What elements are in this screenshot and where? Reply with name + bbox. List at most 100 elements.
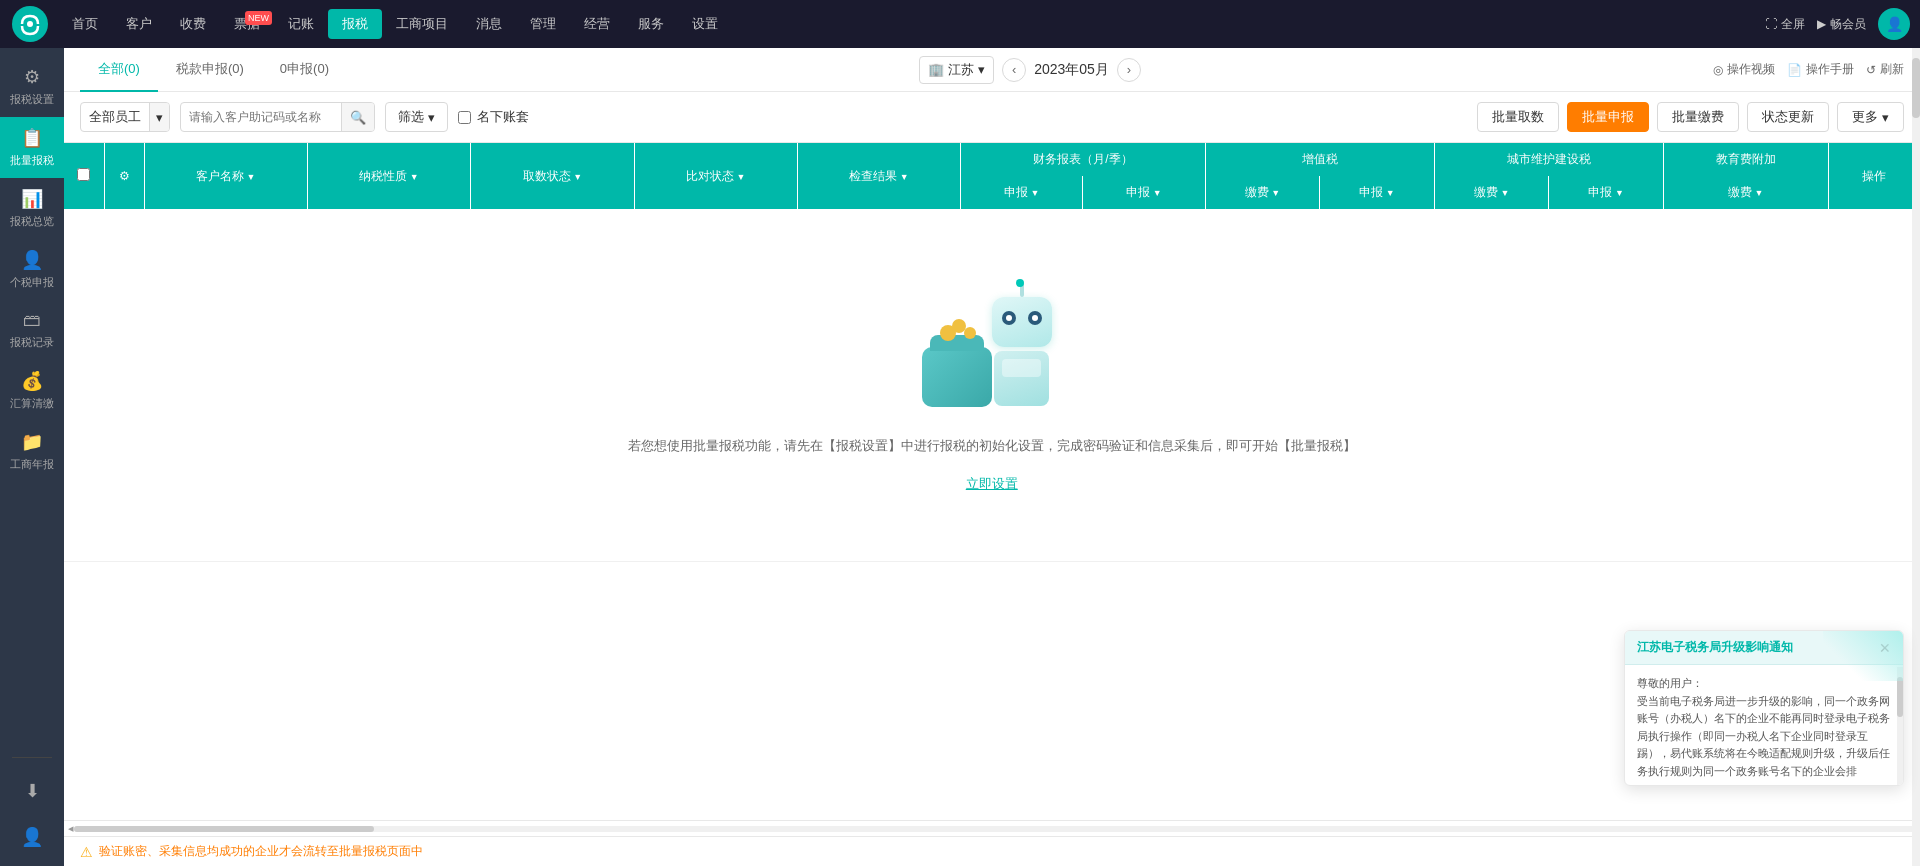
notification-scroll-thumb[interactable]: [1897, 677, 1903, 717]
notification-header: 江苏电子税务局升级影响通知 ✕: [1625, 631, 1903, 665]
tax-records-icon: 🗃: [23, 310, 41, 331]
vip-btn[interactable]: ▶ 畅会员: [1817, 16, 1866, 33]
new-badge: NEW: [245, 11, 272, 25]
user-avatar[interactable]: 👤: [1878, 8, 1910, 40]
subset-checkbox-label[interactable]: 名下账套: [458, 108, 529, 126]
tab-center: 🏢 江苏 ▾ ‹ 2023年05月 ›: [919, 56, 1141, 84]
col-client-name: 客户名称: [144, 143, 307, 209]
scroll-bar-area: ◂: [64, 820, 1920, 836]
top-navigation: 首页 客户 收费 票据 NEW 记账 报税 工商项目 消息 管理 经营 服务 设…: [0, 0, 1920, 48]
user-btn[interactable]: 👤: [13, 818, 51, 856]
fullscreen-icon: ⛶: [1765, 17, 1777, 31]
page-scrollbar-track: [1912, 48, 1920, 866]
sidebar-item-annual-settle[interactable]: 💰 汇算清缴: [0, 360, 64, 421]
tab-left: 全部(0) 税款申报(0) 0申报(0): [80, 48, 347, 92]
more-btn[interactable]: 更多 ▾: [1837, 102, 1904, 132]
nav-manage[interactable]: 管理: [516, 9, 570, 39]
operation-video-btn[interactable]: ◎ 操作视频: [1713, 61, 1775, 78]
data-table: ⚙ 客户名称 纳税性质 取数状态 比对状态 检查结果 财务报表（月/季） 增值税…: [64, 143, 1920, 562]
nav-items: 首页 客户 收费 票据 NEW 记账 报税 工商项目 消息 管理 经营 服务 设…: [58, 9, 1765, 39]
col-city-declare: 申报: [1320, 176, 1435, 209]
settings-icon[interactable]: ⚙: [119, 169, 130, 183]
operation-manual-btn[interactable]: 📄 操作手册: [1787, 61, 1854, 78]
sidebar-bottom: ⬇ 👤: [12, 751, 52, 866]
search-input[interactable]: [181, 110, 341, 124]
batch-pay-btn[interactable]: 批量缴费: [1657, 102, 1739, 132]
nav-operation[interactable]: 经营: [570, 9, 624, 39]
status-update-btn[interactable]: 状态更新: [1747, 102, 1829, 132]
page-scrollbar-thumb[interactable]: [1912, 58, 1920, 118]
nav-fee[interactable]: 收费: [166, 9, 220, 39]
sidebar-item-tax-records[interactable]: 🗃 报税记录: [0, 300, 64, 360]
tab-right: ◎ 操作视频 📄 操作手册 ↺ 刷新: [1713, 61, 1904, 78]
col-check-result: 检查结果: [797, 143, 960, 209]
sidebar-item-business-annual[interactable]: 📁 工商年报: [0, 421, 64, 482]
next-month-btn[interactable]: ›: [1117, 58, 1141, 82]
refresh-btn[interactable]: ↺ 刷新: [1866, 61, 1904, 78]
setup-link[interactable]: 立即设置: [966, 475, 1018, 493]
col-tax-type: 纳税性质: [307, 143, 470, 209]
tab-tax-declare[interactable]: 税款申报(0): [158, 48, 262, 92]
employee-select[interactable]: 全部员工 ▾: [80, 102, 170, 132]
tab-all[interactable]: 全部(0): [80, 48, 158, 92]
col-edu-pay: 缴费: [1664, 176, 1829, 209]
nav-service[interactable]: 服务: [624, 9, 678, 39]
robot-illustration: [912, 277, 1072, 417]
logo[interactable]: [10, 4, 50, 44]
nav-accounting[interactable]: 记账: [274, 9, 328, 39]
search-box: 🔍: [180, 102, 375, 132]
nav-settings[interactable]: 设置: [678, 9, 732, 39]
nav-message[interactable]: 消息: [462, 9, 516, 39]
scroll-track: [74, 826, 1916, 832]
region-select[interactable]: 🏢 江苏 ▾: [919, 56, 994, 84]
warning-icon: ⚠: [80, 844, 93, 860]
col-city-tax: 城市维护建设税: [1434, 143, 1663, 176]
region-icon: 🏢: [928, 62, 944, 77]
employee-select-arrow[interactable]: ▾: [149, 103, 169, 131]
sidebar-item-batch-tax[interactable]: 📋 批量报税: [0, 117, 64, 178]
fullscreen-btn[interactable]: ⛶ 全屏: [1765, 16, 1805, 33]
prev-month-btn[interactable]: ‹: [1002, 58, 1026, 82]
nav-home[interactable]: 首页: [58, 9, 112, 39]
download-btn[interactable]: ⬇: [17, 772, 48, 810]
nav-tax[interactable]: 报税: [328, 9, 382, 39]
current-date: 2023年05月: [1034, 61, 1109, 79]
refresh-icon: ↺: [1866, 63, 1876, 77]
sidebar-item-tax-settings[interactable]: ⚙ 报税设置: [0, 56, 64, 117]
col-fetch-status: 取数状态: [471, 143, 634, 209]
subset-checkbox[interactable]: [458, 111, 471, 124]
search-button[interactable]: 🔍: [341, 103, 374, 131]
tax-overview-icon: 📊: [21, 188, 43, 210]
status-text: 验证账密、采集信息均成功的企业才会流转至批量报税页面中: [99, 843, 423, 860]
scroll-thumb[interactable]: [74, 826, 374, 832]
col-operation: 操作: [1828, 143, 1919, 209]
select-all-checkbox[interactable]: [77, 168, 90, 181]
notification-title: 江苏电子税务局升级影响通知: [1637, 639, 1793, 656]
toolbar-right: 批量取数 批量申报 批量缴费 状态更新 更多 ▾: [1477, 102, 1904, 132]
filter-button[interactable]: 筛选 ▾: [385, 102, 448, 132]
video-icon: ◎: [1713, 63, 1723, 77]
notification-close-btn[interactable]: ✕: [1879, 640, 1891, 656]
batch-declare-btn[interactable]: 批量申报: [1567, 102, 1649, 132]
batch-fetch-btn[interactable]: 批量取数: [1477, 102, 1559, 132]
col-vat-pay: 缴费: [1205, 176, 1320, 209]
vip-icon: ▶: [1817, 17, 1826, 31]
notification-scrollbar: [1897, 667, 1903, 785]
sidebar-item-tax-overview[interactable]: 📊 报税总览: [0, 178, 64, 239]
tab-zero-declare[interactable]: 0申报(0): [262, 48, 347, 92]
nav-business[interactable]: 工商项目: [382, 9, 462, 39]
nav-right: ⛶ 全屏 ▶ 畅会员 👤: [1765, 8, 1910, 40]
business-annual-icon: 📁: [21, 431, 43, 453]
status-bar: ⚠ 验证账密、采集信息均成功的企业才会流转至批量报税页面中: [64, 836, 1920, 866]
nav-client[interactable]: 客户: [112, 9, 166, 39]
tax-settings-icon: ⚙: [24, 66, 40, 88]
sidebar-item-personal-tax[interactable]: 👤 个税申报: [0, 239, 64, 300]
nav-invoice[interactable]: 票据 NEW: [220, 9, 274, 39]
personal-tax-icon: 👤: [21, 249, 43, 271]
filter-chevron-icon: ▾: [428, 110, 435, 125]
col-city-pay: 缴费: [1434, 176, 1549, 209]
sidebar-divider: [12, 757, 52, 758]
manual-icon: 📄: [1787, 63, 1802, 77]
col-vat: 增值税: [1205, 143, 1434, 176]
toolbar: 全部员工 ▾ 🔍 筛选 ▾ 名下账套 批量取数 批量申报 批量缴费 状态更新: [64, 92, 1920, 143]
